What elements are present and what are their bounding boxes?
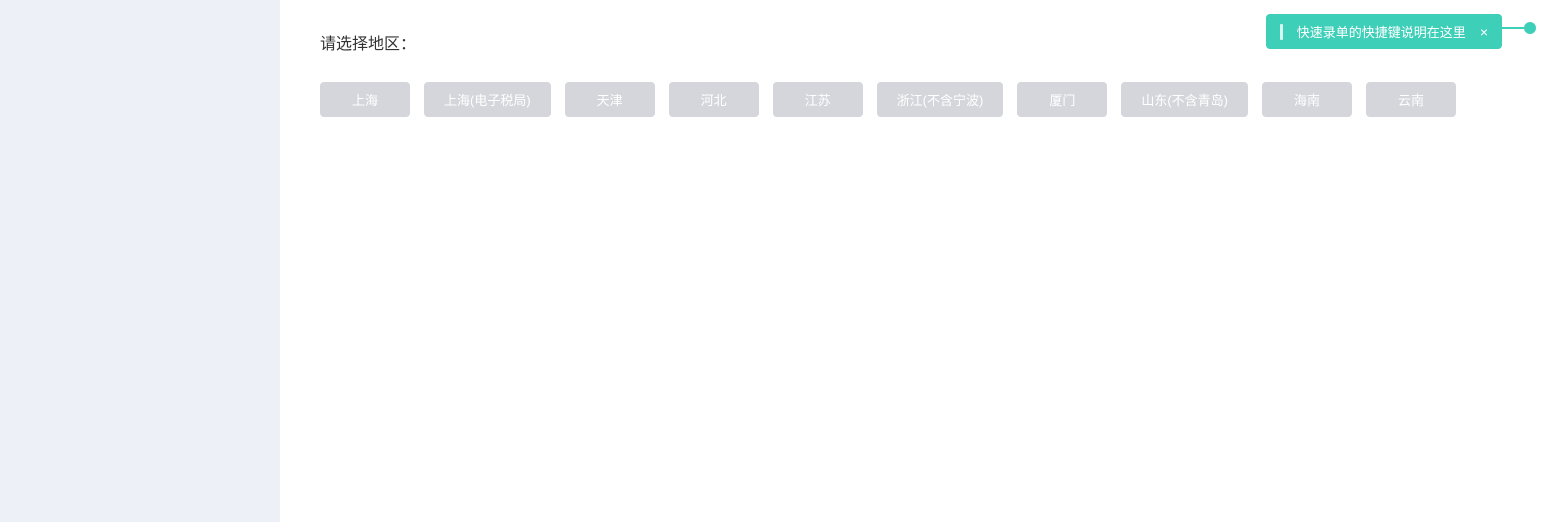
tooltip-close-button[interactable]: ×: [1480, 24, 1488, 40]
region-btn-shandong[interactable]: 山东(不含青岛): [1121, 82, 1248, 117]
region-btn-hebei[interactable]: 河北: [669, 82, 759, 117]
main-content: 请选择地区： 上海上海(电子税局)天津河北江苏浙江(不含宁波)厦门山东(不含青岛…: [280, 0, 1562, 522]
region-btn-yunnan[interactable]: 云南: [1366, 82, 1456, 117]
region-btn-hainan[interactable]: 海南: [1262, 82, 1352, 117]
left-sidebar: [0, 0, 280, 522]
region-btn-zhejiang[interactable]: 浙江(不含宁波): [877, 82, 1004, 117]
region-btn-tianjin[interactable]: 天津: [565, 82, 655, 117]
region-btn-xiamen[interactable]: 厦门: [1017, 82, 1107, 117]
region-buttons-container: 上海上海(电子税局) 天津河北江苏浙江(不含宁波) 厦门山东(不含青岛) 海南云南: [320, 82, 1522, 117]
tooltip-banner: 快速录单的快捷键说明在这里 ×: [1266, 14, 1502, 49]
tooltip-line: [1502, 27, 1524, 29]
tooltip-text: 快速录单的快捷键说明在这里: [1297, 22, 1466, 41]
region-btn-shanghai[interactable]: 上海: [320, 82, 410, 117]
region-btn-jiangsu[interactable]: 江苏: [773, 82, 863, 117]
tooltip-dot: [1524, 22, 1536, 34]
region-btn-shanghai-etax[interactable]: 上海(电子税局): [424, 82, 551, 117]
